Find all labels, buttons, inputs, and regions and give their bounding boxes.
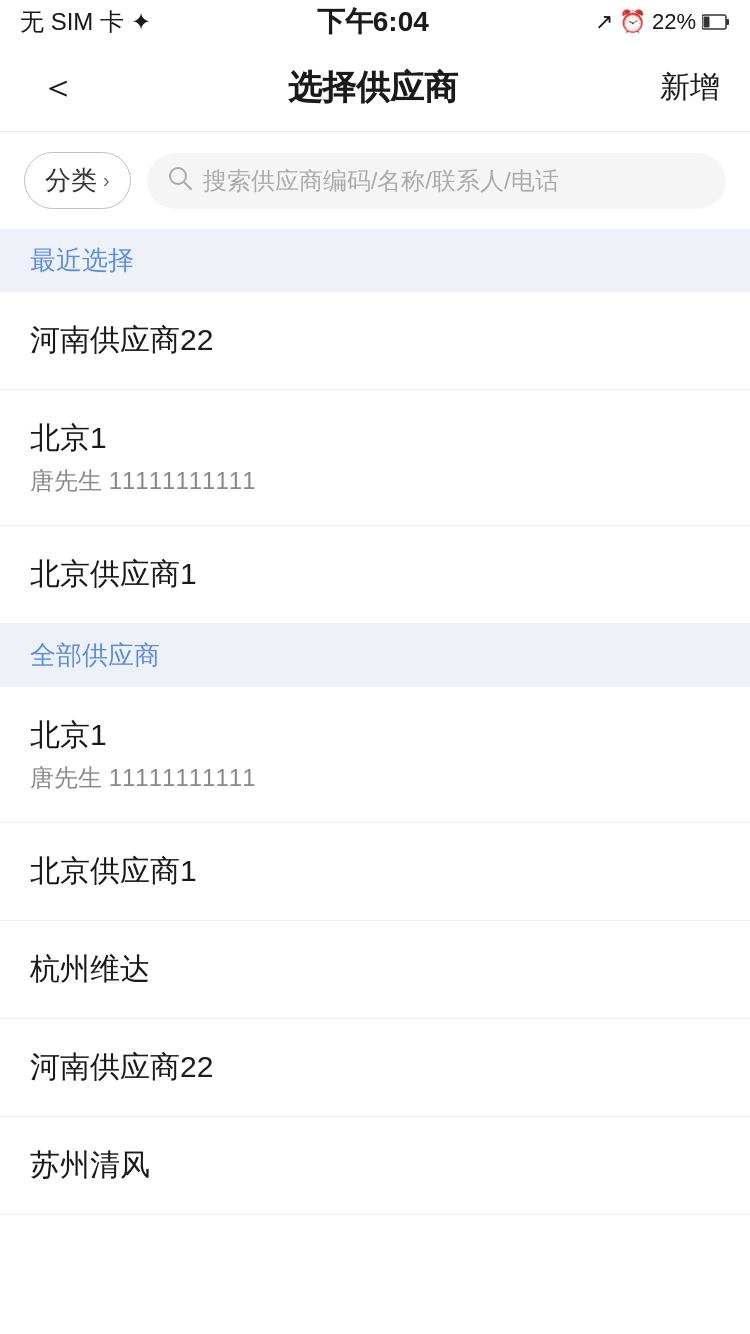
list-item[interactable]: 北京供应商1 (0, 526, 750, 624)
all-section-title: 全部供应商 (30, 640, 160, 670)
nav-bar: ＜ 选择供应商 新增 (0, 44, 750, 132)
list-item[interactable]: 北京供应商1 (0, 823, 750, 921)
page-title: 选择供应商 (288, 65, 458, 111)
all-items-list: 北京1 唐先生 11111111111 北京供应商1 杭州维达 河南供应商22 … (0, 687, 750, 1215)
chevron-right-icon: › (103, 169, 110, 192)
svg-rect-2 (703, 17, 709, 28)
battery-percent: 22% (652, 9, 696, 35)
item-name: 北京供应商1 (30, 851, 720, 892)
item-name: 河南供应商22 (30, 1047, 720, 1088)
recent-section-header: 最近选择 (0, 229, 750, 292)
status-left: 无 SIM 卡 ✦ (20, 6, 151, 38)
all-section-header: 全部供应商 (0, 624, 750, 687)
status-right: ↗ ⏰ 22% (595, 9, 730, 35)
search-placeholder: 搜索供应商编码/名称/联系人/电话 (203, 165, 559, 197)
item-name: 河南供应商22 (30, 320, 720, 361)
add-button[interactable]: 新增 (660, 67, 720, 108)
list-item[interactable]: 苏州清风 (0, 1117, 750, 1215)
recent-items-list: 河南供应商22 北京1 唐先生 11111111111 北京供应商1 (0, 292, 750, 624)
item-name: 杭州维达 (30, 949, 720, 990)
item-detail: 唐先生 11111111111 (30, 465, 720, 497)
item-name: 北京1 (30, 715, 720, 756)
svg-rect-1 (726, 19, 729, 25)
filter-bar: 分类 › 搜索供应商编码/名称/联系人/电话 (0, 132, 750, 229)
item-name: 北京1 (30, 418, 720, 459)
status-bar: 无 SIM 卡 ✦ 下午6:04 ↗ ⏰ 22% (0, 0, 750, 44)
status-time: 下午6:04 (317, 3, 429, 41)
list-item[interactable]: 河南供应商22 (0, 1019, 750, 1117)
item-detail: 唐先生 11111111111 (30, 762, 720, 794)
list-item[interactable]: 北京1 唐先生 11111111111 (0, 687, 750, 823)
location-icon: ↗ (595, 9, 613, 35)
category-button[interactable]: 分类 › (24, 152, 131, 209)
svg-line-4 (184, 182, 191, 189)
search-icon (167, 165, 193, 197)
list-item[interactable]: 北京1 唐先生 11111111111 (0, 390, 750, 526)
recent-section-title: 最近选择 (30, 245, 134, 275)
sim-status: 无 SIM 卡 ✦ (20, 6, 151, 38)
item-name: 苏州清风 (30, 1145, 720, 1186)
item-name: 北京供应商1 (30, 554, 720, 595)
list-item[interactable]: 杭州维达 (0, 921, 750, 1019)
list-item[interactable]: 河南供应商22 (0, 292, 750, 390)
back-button[interactable]: ＜ (30, 53, 86, 122)
battery-icon (702, 14, 730, 30)
category-label: 分类 (45, 163, 97, 198)
alarm-icon: ⏰ (619, 9, 646, 35)
search-box[interactable]: 搜索供应商编码/名称/联系人/电话 (147, 153, 726, 209)
